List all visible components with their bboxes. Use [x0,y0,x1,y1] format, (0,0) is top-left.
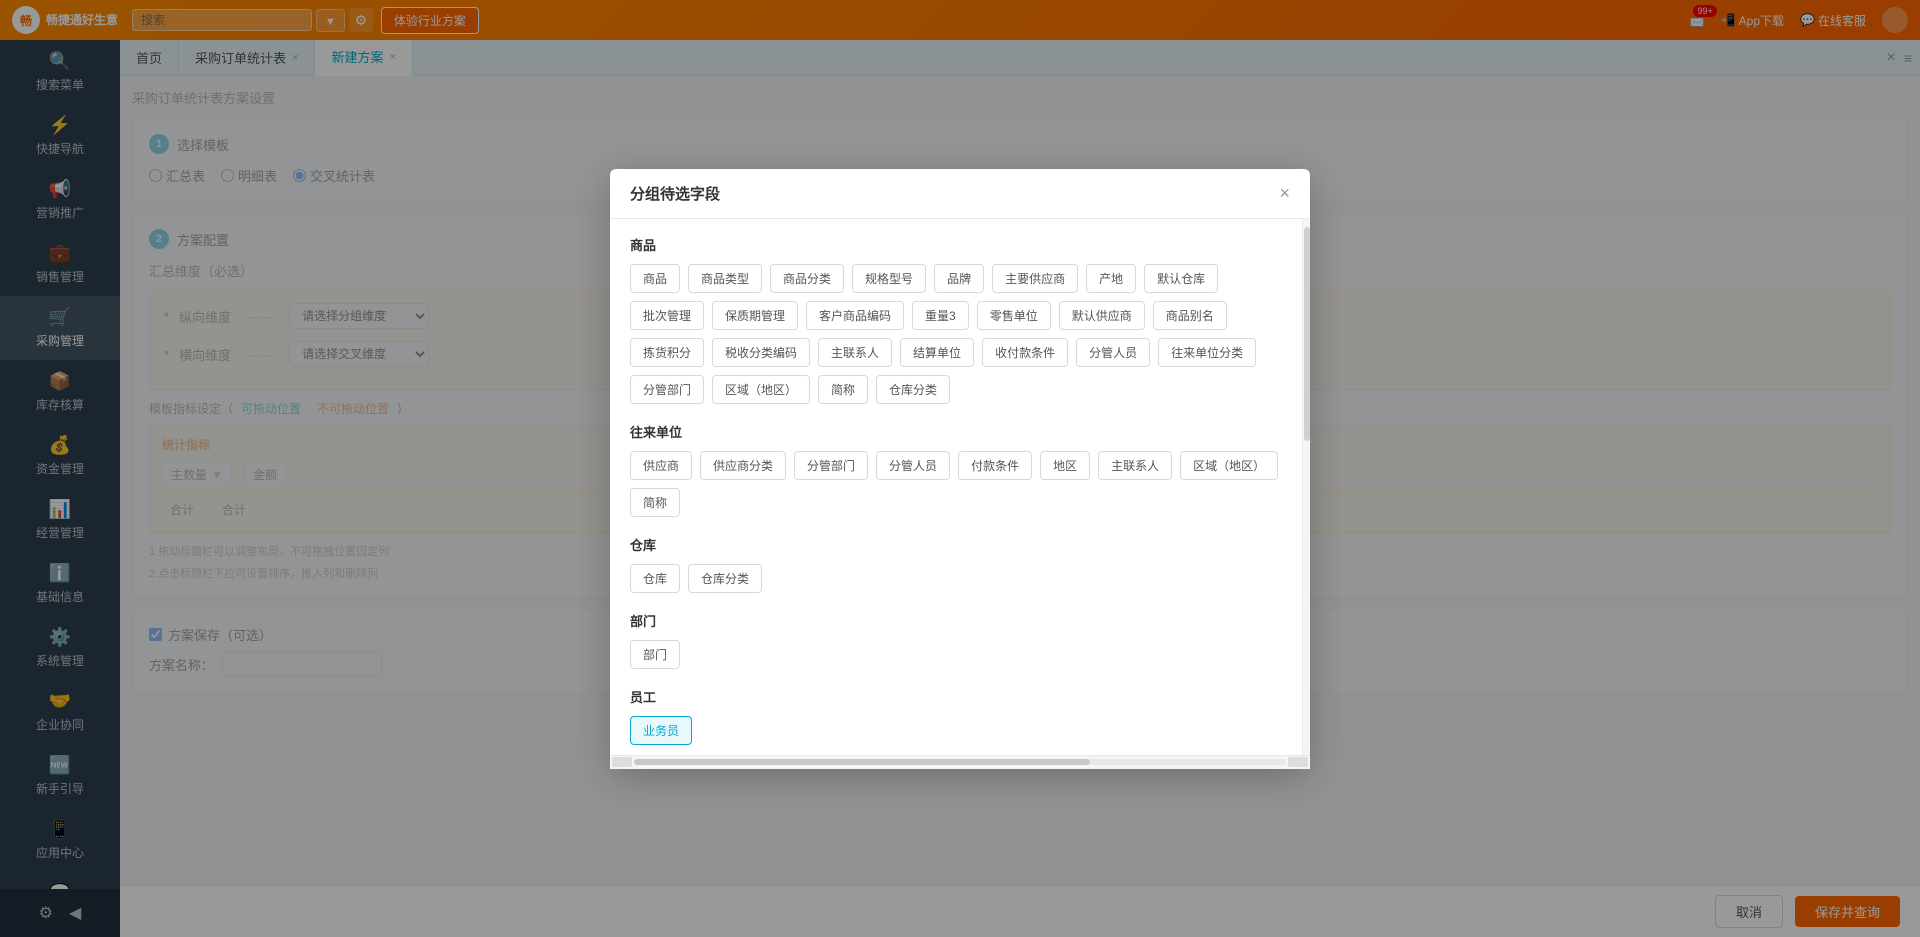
section-department: 部门 部门 [630,611,1282,669]
hscroll-left-btn[interactable] [612,757,632,767]
field-tag-abbr[interactable]: 简称 [818,375,868,404]
section-employee: 员工 业务员 [630,687,1282,745]
modal-header: 分组待选字段 × [610,169,1310,219]
field-tag-region[interactable]: 区域（地区） [712,375,810,404]
field-tag-goods-category[interactable]: 商品分类 [770,264,844,293]
section-warehouse-tags: 仓库 仓库分类 [630,564,1282,593]
section-department-tags: 部门 [630,640,1282,669]
section-employee-title: 员工 [630,687,1282,706]
field-tag-customer-code[interactable]: 客户商品编码 [806,301,904,330]
section-goods-title: 商品 [630,235,1282,254]
field-tag-settlement-unit[interactable]: 结算单位 [900,338,974,367]
modal-scrollbar-track[interactable] [1302,219,1310,755]
section-partner: 往来单位 供应商 供应商分类 分管部门 分管人员 付款条件 地区 主联系人 区域… [630,422,1282,517]
field-tag-warehouse-category[interactable]: 仓库分类 [688,564,762,593]
field-tag-manager[interactable]: 分管人员 [1076,338,1150,367]
hscroll-right-btn[interactable] [1288,757,1308,767]
modal-overlay: 分组待选字段 × 商品 商品 商品类型 商品分类 规格型号 品牌 主要供应商 产… [0,0,1920,937]
field-tag-supplier-cat[interactable]: 供应商分类 [700,451,786,480]
field-tag-origin[interactable]: 产地 [1086,264,1136,293]
field-tag-warehouse-cat[interactable]: 仓库分类 [876,375,950,404]
field-tag-default-supplier[interactable]: 默认供应商 [1059,301,1145,330]
field-tag-goods-type[interactable]: 商品类型 [688,264,762,293]
modal-scrollbar-thumb [1304,227,1310,441]
section-department-title: 部门 [630,611,1282,630]
field-tag-partner-category[interactable]: 往来单位分类 [1158,338,1256,367]
modal-hscrollbar [610,755,1310,769]
section-warehouse-title: 仓库 [630,535,1282,554]
field-tag-payment-cond[interactable]: 付款条件 [958,451,1032,480]
field-tag-abbr2[interactable]: 简称 [630,488,680,517]
field-tag-area[interactable]: 地区 [1040,451,1090,480]
hscroll-thumb [634,759,1090,765]
field-tag-supplier[interactable]: 供应商 [630,451,692,480]
field-tag-spec-model[interactable]: 规格型号 [852,264,926,293]
hscroll-track[interactable] [634,759,1286,765]
field-tag-retail-unit[interactable]: 零售单位 [977,301,1051,330]
field-tag-weight3[interactable]: 重量3 [912,301,969,330]
field-tag-tax-code[interactable]: 税收分类编码 [712,338,810,367]
field-tag-warehouse[interactable]: 仓库 [630,564,680,593]
field-tag-manager2[interactable]: 分管人员 [876,451,950,480]
field-tag-goods[interactable]: 商品 [630,264,680,293]
field-tag-main-supplier[interactable]: 主要供应商 [992,264,1078,293]
field-select-modal: 分组待选字段 × 商品 商品 商品类型 商品分类 规格型号 品牌 主要供应商 产… [610,169,1310,769]
field-tag-goods-alias[interactable]: 商品别名 [1153,301,1227,330]
modal-body: 商品 商品 商品类型 商品分类 规格型号 品牌 主要供应商 产地 默认仓库 批次… [610,219,1302,755]
field-tag-salesperson[interactable]: 业务员 [630,716,692,745]
section-employee-tags: 业务员 [630,716,1282,745]
field-tag-payment-terms[interactable]: 收付款条件 [982,338,1068,367]
field-tag-region2[interactable]: 区域（地区） [1180,451,1278,480]
field-tag-shelf-life[interactable]: 保质期管理 [712,301,798,330]
field-tag-main-contact2[interactable]: 主联系人 [1098,451,1172,480]
field-tag-department[interactable]: 部门 [630,640,680,669]
section-goods-tags: 商品 商品类型 商品分类 规格型号 品牌 主要供应商 产地 默认仓库 批次管理 … [630,264,1282,404]
section-goods: 商品 商品 商品类型 商品分类 规格型号 品牌 主要供应商 产地 默认仓库 批次… [630,235,1282,404]
field-tag-dept2[interactable]: 分管部门 [794,451,868,480]
section-partner-tags: 供应商 供应商分类 分管部门 分管人员 付款条件 地区 主联系人 区域（地区） … [630,451,1282,517]
modal-title: 分组待选字段 [630,183,720,204]
field-tag-pick-points[interactable]: 拣货积分 [630,338,704,367]
field-tag-default-warehouse[interactable]: 默认仓库 [1144,264,1218,293]
modal-close-btn[interactable]: × [1279,184,1290,202]
field-tag-main-contact[interactable]: 主联系人 [818,338,892,367]
field-tag-batch-mgmt[interactable]: 批次管理 [630,301,704,330]
section-warehouse: 仓库 仓库 仓库分类 [630,535,1282,593]
field-tag-brand[interactable]: 品牌 [934,264,984,293]
field-tag-dept[interactable]: 分管部门 [630,375,704,404]
section-partner-title: 往来单位 [630,422,1282,441]
